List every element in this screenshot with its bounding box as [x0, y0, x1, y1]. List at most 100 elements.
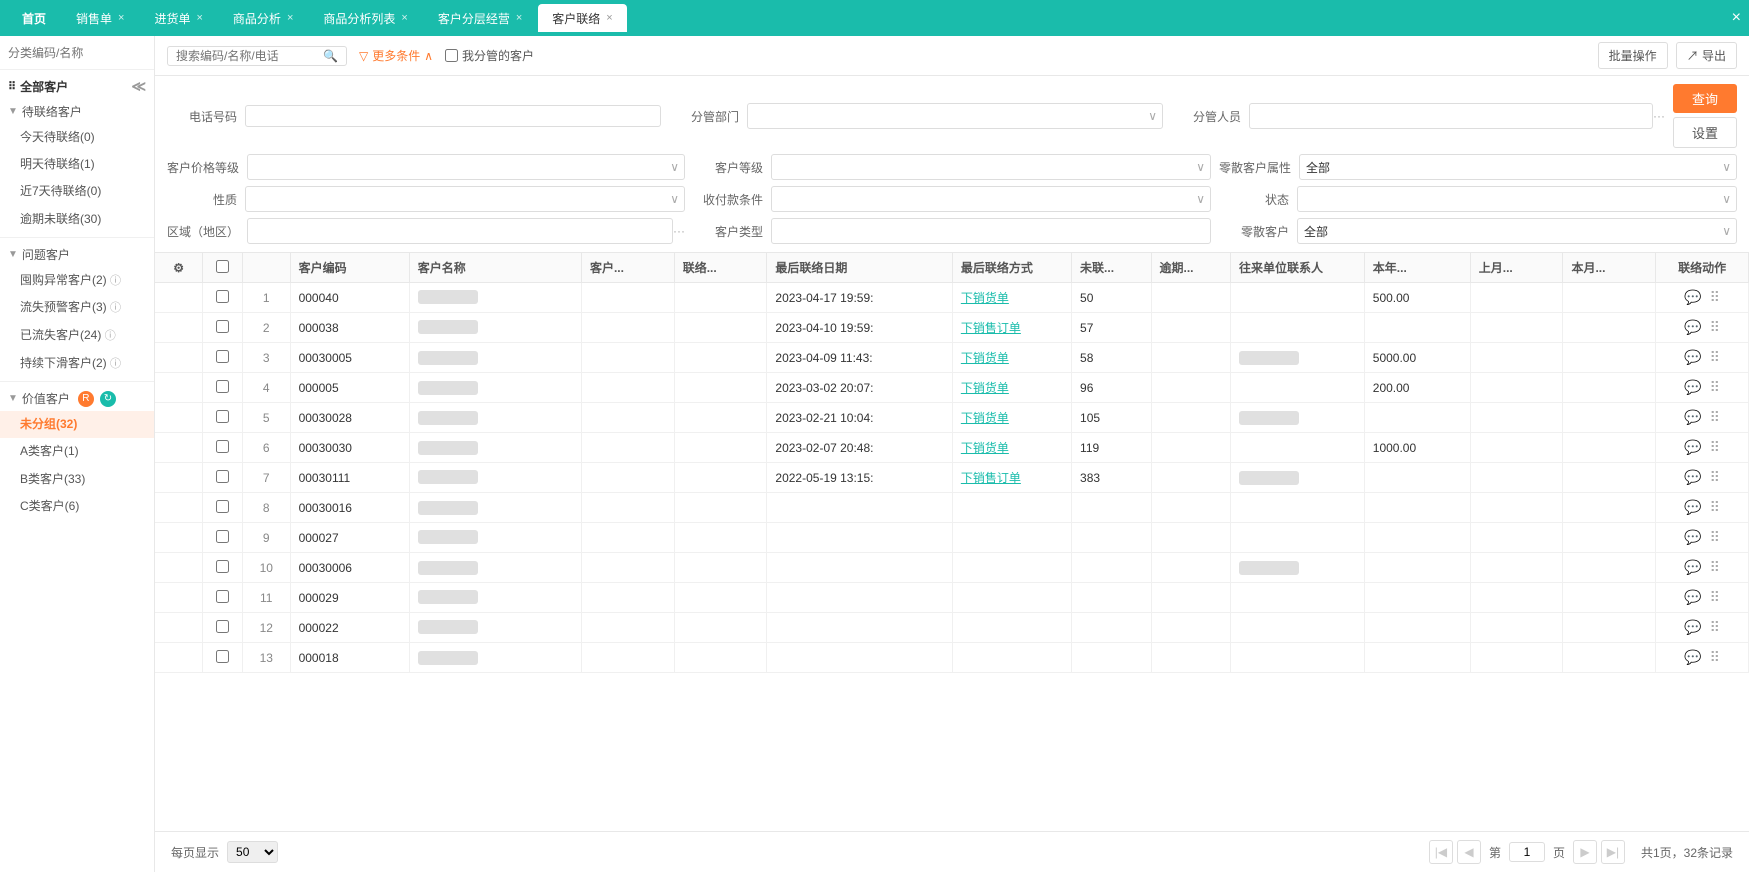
filter-manager-select[interactable]	[1249, 103, 1653, 129]
contact-icon[interactable]: 💬	[1684, 349, 1701, 366]
sidebar-group-value[interactable]: ▼ 价值客户 R ↻	[0, 386, 154, 411]
sidebar-item-class-c[interactable]: C类客户(6)	[0, 493, 154, 520]
page-size-select[interactable]: 50 100 200	[227, 841, 278, 863]
contact-icon[interactable]: 💬	[1684, 319, 1701, 336]
col-last-way-header[interactable]: 最后联络方式	[952, 253, 1071, 283]
contact-icon[interactable]: 💬	[1684, 469, 1701, 486]
tab-sales-close[interactable]: ×	[118, 12, 124, 24]
sidebar-item-declining[interactable]: 持续下滑客户(2) ⓘ	[0, 350, 154, 378]
more-action-icon[interactable]: ⠿	[1710, 589, 1720, 606]
filter-region-select[interactable]	[247, 218, 673, 244]
sidebar-collapse-button[interactable]: ≪	[131, 78, 146, 95]
sidebar-item-abnormal[interactable]: 囤购异常客户(2) ⓘ	[0, 267, 154, 295]
col-this-month-header[interactable]: 本月...	[1563, 253, 1656, 283]
more-action-icon[interactable]: ⠿	[1710, 499, 1720, 516]
last-way-link[interactable]: 下销货单	[961, 441, 1009, 455]
filter-customer-type-select[interactable]	[771, 218, 1211, 244]
more-action-icon[interactable]: ⠿	[1710, 289, 1720, 306]
more-action-icon[interactable]: ⠿	[1710, 559, 1720, 576]
col-code-header[interactable]: 客户编码	[290, 253, 409, 283]
filter-dept-select[interactable]	[747, 103, 1163, 129]
sidebar-item-loss-warning[interactable]: 流失预警客户(3) ⓘ	[0, 294, 154, 322]
filter-status-select[interactable]	[1297, 186, 1737, 212]
sidebar-item-tomorrow[interactable]: 明天待联络(1)	[0, 151, 154, 178]
row-checkbox[interactable]	[216, 650, 229, 663]
tab-customer-segment-close[interactable]: ×	[516, 12, 522, 24]
last-way-link[interactable]: 下销货单	[961, 291, 1009, 305]
tab-product-analysis-list-close[interactable]: ×	[401, 12, 407, 24]
more-action-icon[interactable]: ⠿	[1710, 379, 1720, 396]
last-page-button[interactable]: ▶|	[1601, 840, 1625, 864]
reset-button[interactable]: 设置	[1673, 117, 1737, 148]
more-conditions-button[interactable]: ▽ 更多条件 ∧	[359, 47, 433, 64]
contact-icon[interactable]: 💬	[1684, 409, 1701, 426]
tab-product-analysis-close[interactable]: ×	[287, 12, 293, 24]
row-checkbox[interactable]	[216, 320, 229, 333]
col-contact-header[interactable]: 联络...	[674, 253, 767, 283]
row-checkbox[interactable]	[216, 350, 229, 363]
batch-operation-button[interactable]: 批量操作	[1598, 42, 1668, 69]
more-action-icon[interactable]: ⠿	[1710, 529, 1720, 546]
page-input[interactable]	[1509, 842, 1545, 862]
next-page-button[interactable]: ▶	[1573, 840, 1597, 864]
col-type-header[interactable]: 客户...	[581, 253, 674, 283]
sidebar-group-pending[interactable]: ▼ 待联络客户	[0, 99, 154, 124]
first-page-button[interactable]: |◀	[1429, 840, 1453, 864]
tab-customer-contact[interactable]: 客户联络 ×	[538, 4, 626, 32]
contact-icon[interactable]: 💬	[1684, 439, 1701, 456]
more-action-icon[interactable]: ⠿	[1710, 349, 1720, 366]
contact-icon[interactable]: 💬	[1684, 499, 1701, 516]
tab-product-analysis[interactable]: 商品分析 ×	[219, 4, 307, 32]
manager-dotdot[interactable]: ···	[1653, 109, 1665, 123]
more-action-icon[interactable]: ⠿	[1710, 319, 1720, 336]
refresh-badge[interactable]: ↻	[100, 391, 116, 407]
sidebar-item-ungrouped[interactable]: 未分组(32)	[0, 411, 154, 438]
sidebar-item-class-b[interactable]: B类客户(33)	[0, 466, 154, 493]
col-contact-person-header[interactable]: 往来单位联系人	[1230, 253, 1364, 283]
row-checkbox[interactable]	[216, 290, 229, 303]
more-action-icon[interactable]: ⠿	[1710, 439, 1720, 456]
last-way-link[interactable]: 下销售订单	[961, 471, 1021, 485]
contact-icon[interactable]: 💬	[1684, 529, 1701, 546]
my-customers-checkbox[interactable]	[445, 49, 458, 62]
sidebar-item-overdue[interactable]: 逾期未联络(30)	[0, 206, 154, 233]
filter-customer-level-select[interactable]	[771, 154, 1211, 180]
query-button[interactable]: 查询	[1673, 84, 1737, 113]
sidebar-item-7days[interactable]: 近7天待联络(0)	[0, 178, 154, 205]
prev-page-button[interactable]: ◀	[1457, 840, 1481, 864]
sidebar-item-lost[interactable]: 已流失客户(24) ⓘ	[0, 322, 154, 350]
tab-customer-contact-close[interactable]: ×	[606, 12, 612, 24]
sidebar-item-class-a[interactable]: A类客户(1)	[0, 438, 154, 465]
tab-home[interactable]: 首页	[8, 4, 60, 32]
row-checkbox[interactable]	[216, 470, 229, 483]
sidebar-group-problem[interactable]: ▼ 问题客户	[0, 242, 154, 267]
last-way-link[interactable]: 下销售订单	[961, 321, 1021, 335]
filter-payment-select[interactable]	[771, 186, 1211, 212]
col-not-contact-header[interactable]: 未联...	[1072, 253, 1151, 283]
row-checkbox[interactable]	[216, 500, 229, 513]
col-last-month-header[interactable]: 上月...	[1470, 253, 1563, 283]
filter-phone-input[interactable]	[245, 105, 661, 127]
col-last-date-header[interactable]: 最后联络日期	[767, 253, 952, 283]
more-action-icon[interactable]: ⠿	[1710, 649, 1720, 666]
last-way-link[interactable]: 下销货单	[961, 381, 1009, 395]
row-checkbox[interactable]	[216, 380, 229, 393]
contact-icon[interactable]: 💬	[1684, 619, 1701, 636]
tab-customer-segment[interactable]: 客户分层经营 ×	[424, 4, 536, 32]
col-this-year-header[interactable]: 本年...	[1364, 253, 1470, 283]
select-all-checkbox[interactable]	[216, 260, 229, 273]
tab-product-analysis-list[interactable]: 商品分析列表 ×	[309, 4, 421, 32]
filter-search-input[interactable]	[176, 49, 319, 63]
region-dotdot[interactable]: ···	[673, 224, 685, 238]
row-checkbox[interactable]	[216, 620, 229, 633]
row-checkbox[interactable]	[216, 530, 229, 543]
col-name-header[interactable]: 客户名称	[409, 253, 581, 283]
tab-purchase[interactable]: 进货单 ×	[140, 4, 216, 32]
filter-nature-select[interactable]	[245, 186, 685, 212]
last-way-link[interactable]: 下销货单	[961, 411, 1009, 425]
more-action-icon[interactable]: ⠿	[1710, 469, 1720, 486]
export-button[interactable]: ↗ 导出	[1676, 42, 1737, 69]
contact-icon[interactable]: 💬	[1684, 559, 1701, 576]
row-checkbox[interactable]	[216, 590, 229, 603]
filter-search-icon[interactable]: 🔍	[323, 49, 338, 63]
